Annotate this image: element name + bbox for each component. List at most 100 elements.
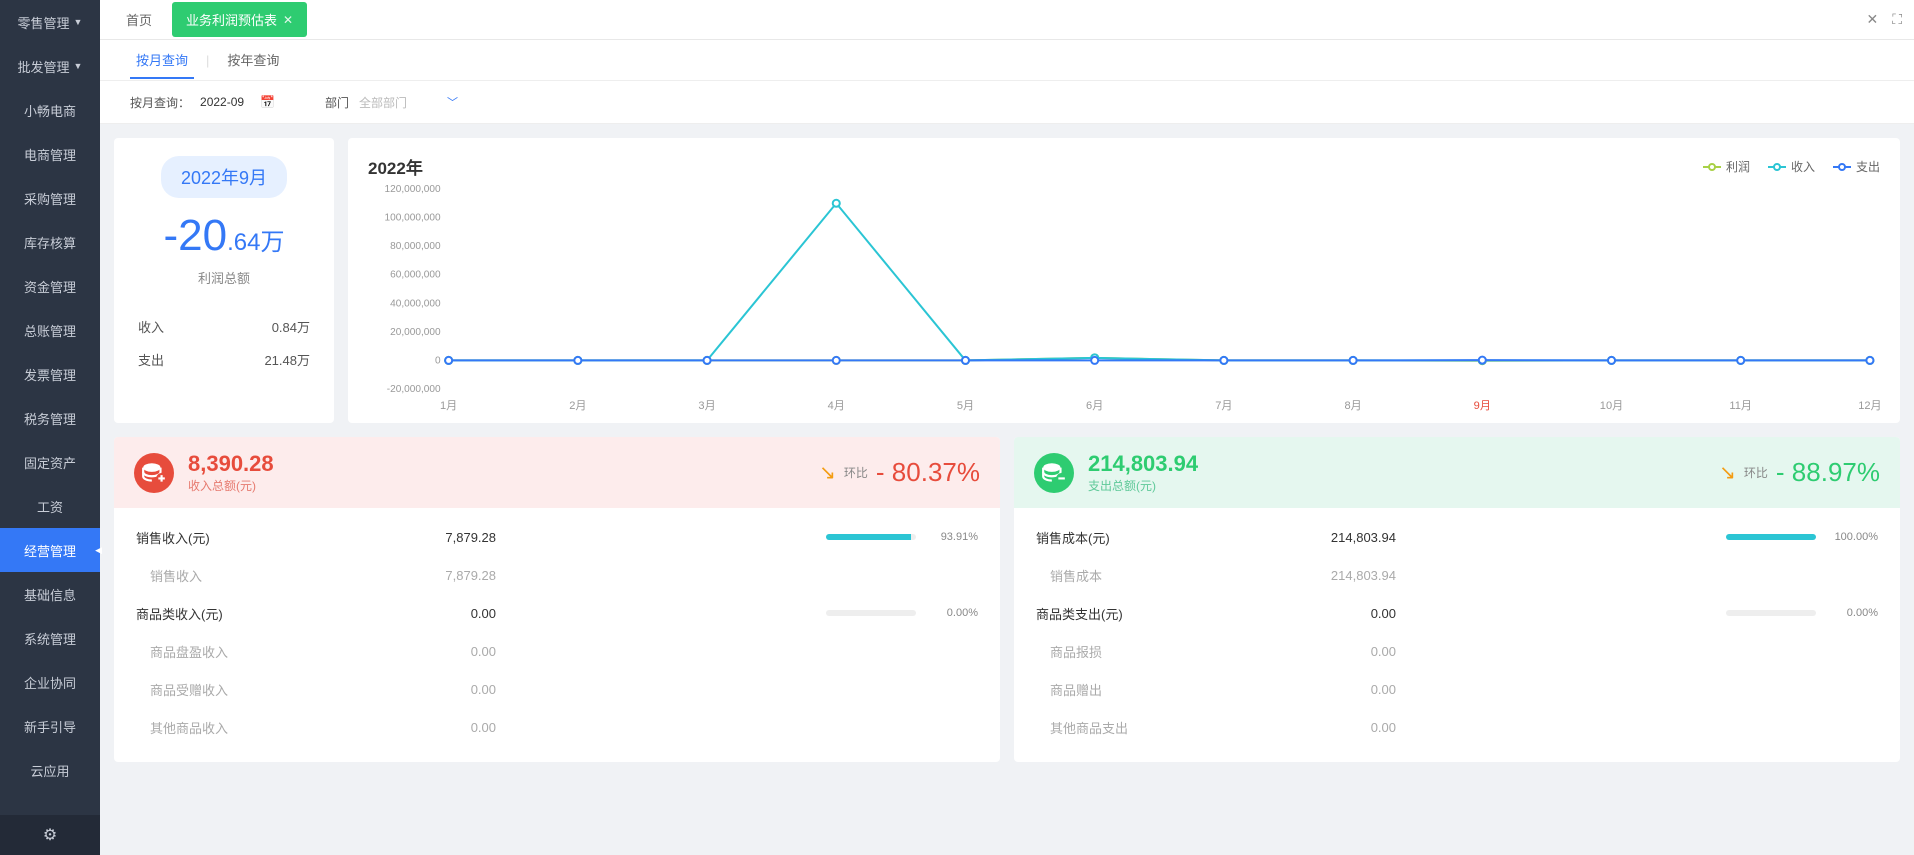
svg-text:-20,000,000: -20,000,000	[387, 384, 441, 395]
main: 首页 业务利润预估表 ✕ ✕ ⛶ 按月查询 | 按年查询 按月查询： 2022-…	[100, 0, 1914, 855]
caret-down-icon: ▼	[74, 61, 83, 71]
gear-icon: ⚙	[43, 825, 57, 845]
income-label: 收入	[138, 317, 164, 336]
tab-profit-estimate[interactable]: 业务利润预估表 ✕	[172, 2, 307, 37]
sidebar-item-3[interactable]: 电商管理	[0, 132, 100, 176]
metric-row: 其他商品收入0.00	[136, 708, 978, 746]
sidebar-item-5[interactable]: 库存核算	[0, 220, 100, 264]
tab-active-label: 业务利润预估表	[186, 10, 277, 29]
dept-filter-label: 部门	[325, 94, 349, 111]
sidebar-item-10[interactable]: 固定资产	[0, 440, 100, 484]
filter-bar: 按月查询： 2022-09 📅 部门 全部部门 ﹀	[100, 80, 1914, 124]
tab-home[interactable]: 首页	[112, 4, 166, 35]
sidebar-item-2[interactable]: 小畅电商	[0, 88, 100, 132]
svg-text:10月: 10月	[1600, 400, 1623, 412]
sidebar-item-4[interactable]: 采购管理	[0, 176, 100, 220]
svg-text:8月: 8月	[1344, 400, 1361, 412]
income-value: 0.84万	[272, 317, 310, 336]
sidebar-item-17[interactable]: 云应用	[0, 748, 100, 792]
sidebar-item-16[interactable]: 新手引导	[0, 704, 100, 748]
legend-marker-icon	[1768, 163, 1786, 171]
metric-row: 销售成本214,803.94	[1036, 556, 1878, 594]
legend-item[interactable]: 支出	[1833, 158, 1880, 175]
month-filter-label: 按月查询：	[130, 94, 190, 111]
metric-row: 销售收入(元)7,879.2893.91%	[136, 518, 978, 556]
svg-text:40,000,000: 40,000,000	[390, 298, 441, 309]
close-tab-icon[interactable]: ✕	[1866, 11, 1878, 28]
chart-card: 2022年 利润 收入 支出 -20,000,000 0 20,000,000 40,00…	[348, 138, 1900, 423]
metric-row: 商品盘盈收入0.00	[136, 632, 978, 670]
metric-row: 销售收入7,879.28	[136, 556, 978, 594]
income-total-label: 收入总额(元)	[188, 477, 274, 494]
chevron-down-icon: ﹀	[447, 94, 458, 110]
subtab-monthly[interactable]: 按月查询	[130, 42, 194, 79]
subtab-yearly[interactable]: 按年查询	[221, 42, 285, 79]
svg-text:5月: 5月	[957, 400, 974, 412]
expense-total-value: 214,803.94	[1088, 451, 1198, 477]
period-pill: 2022年9月	[161, 156, 287, 198]
line-chart: -20,000,000 0 20,000,000 40,000,000 60,000,0…	[368, 183, 1880, 413]
sidebar-item-13[interactable]: 基础信息	[0, 572, 100, 616]
svg-text:0: 0	[435, 355, 441, 366]
income-trend-label: 环比	[844, 464, 868, 481]
expense-card: 214,803.94 支出总额(元) ↘ 环比 - 88.97% 销售成本(元)…	[1014, 437, 1900, 762]
sidebar-item-12[interactable]: 经营管理	[0, 528, 100, 572]
svg-text:120,000,000: 120,000,000	[385, 184, 441, 195]
legend-item[interactable]: 利润	[1703, 158, 1750, 175]
expense-value: 21.48万	[264, 350, 310, 369]
metric-row: 商品类收入(元)0.000.00%	[136, 594, 978, 632]
chart-legend: 利润 收入 支出	[1703, 158, 1880, 175]
expense-trend-pct: - 88.97%	[1776, 457, 1880, 488]
month-filter-value[interactable]: 2022-09	[200, 95, 244, 109]
income-total-value: 8,390.28	[188, 451, 274, 477]
fullscreen-icon[interactable]: ⛶	[1892, 11, 1902, 28]
sidebar: 零售管理▼批发管理▼小畅电商电商管理采购管理库存核算资金管理总账管理发票管理税务…	[0, 0, 100, 855]
metric-row: 商品类支出(元)0.000.00%	[1036, 594, 1878, 632]
svg-text:3月: 3月	[698, 400, 715, 412]
expense-icon	[1034, 453, 1074, 493]
sidebar-settings[interactable]: ⚙	[0, 815, 100, 855]
svg-text:1月: 1月	[440, 400, 457, 412]
svg-text:7月: 7月	[1215, 400, 1232, 412]
metric-row: 商品报损0.00	[1036, 632, 1878, 670]
trend-down-icon: ↘	[819, 460, 836, 485]
metric-row: 商品受赠收入0.00	[136, 670, 978, 708]
sidebar-item-11[interactable]: 工资	[0, 484, 100, 528]
legend-marker-icon	[1703, 163, 1721, 171]
content: 2022年9月 -20.64万 利润总额 收入 0.84万 支出 21.48万	[100, 124, 1914, 855]
sidebar-item-15[interactable]: 企业协同	[0, 660, 100, 704]
progress-bar	[826, 534, 916, 540]
calendar-icon[interactable]: 📅	[260, 95, 275, 109]
close-icon[interactable]: ✕	[283, 13, 293, 27]
income-trend-pct: - 80.37%	[876, 457, 980, 488]
tabbar: 首页 业务利润预估表 ✕ ✕ ⛶	[100, 0, 1914, 40]
progress-bar	[1726, 534, 1816, 540]
sidebar-item-8[interactable]: 发票管理	[0, 352, 100, 396]
legend-item[interactable]: 收入	[1768, 158, 1815, 175]
svg-text:2月: 2月	[569, 400, 586, 412]
sidebar-item-14[interactable]: 系统管理	[0, 616, 100, 660]
profit-total-value: -20.64万	[132, 214, 316, 258]
caret-down-icon: ▼	[74, 17, 83, 27]
sidebar-item-7[interactable]: 总账管理	[0, 308, 100, 352]
sidebar-item-1[interactable]: 批发管理▼	[0, 44, 100, 88]
metric-row: 销售成本(元)214,803.94100.00%	[1036, 518, 1878, 556]
legend-marker-icon	[1833, 163, 1851, 171]
svg-text:12月: 12月	[1858, 400, 1880, 412]
svg-text:9月: 9月	[1474, 400, 1491, 412]
svg-text:20,000,000: 20,000,000	[390, 327, 441, 338]
dept-select[interactable]: 全部部门 ﹀	[359, 94, 458, 111]
sidebar-item-0[interactable]: 零售管理▼	[0, 0, 100, 44]
expense-trend-label: 环比	[1744, 464, 1768, 481]
metric-row: 其他商品支出0.00	[1036, 708, 1878, 746]
trend-down-icon: ↘	[1719, 460, 1736, 485]
progress-bar	[1726, 610, 1816, 616]
svg-text:11月: 11月	[1729, 400, 1752, 412]
sidebar-item-6[interactable]: 资金管理	[0, 264, 100, 308]
sidebar-item-9[interactable]: 税务管理	[0, 396, 100, 440]
subtabs: 按月查询 | 按年查询	[100, 40, 1914, 80]
svg-text:100,000,000: 100,000,000	[385, 213, 441, 224]
chart-title: 2022年	[368, 154, 423, 179]
svg-text:60,000,000: 60,000,000	[390, 270, 441, 281]
profit-summary-card: 2022年9月 -20.64万 利润总额 收入 0.84万 支出 21.48万	[114, 138, 334, 423]
